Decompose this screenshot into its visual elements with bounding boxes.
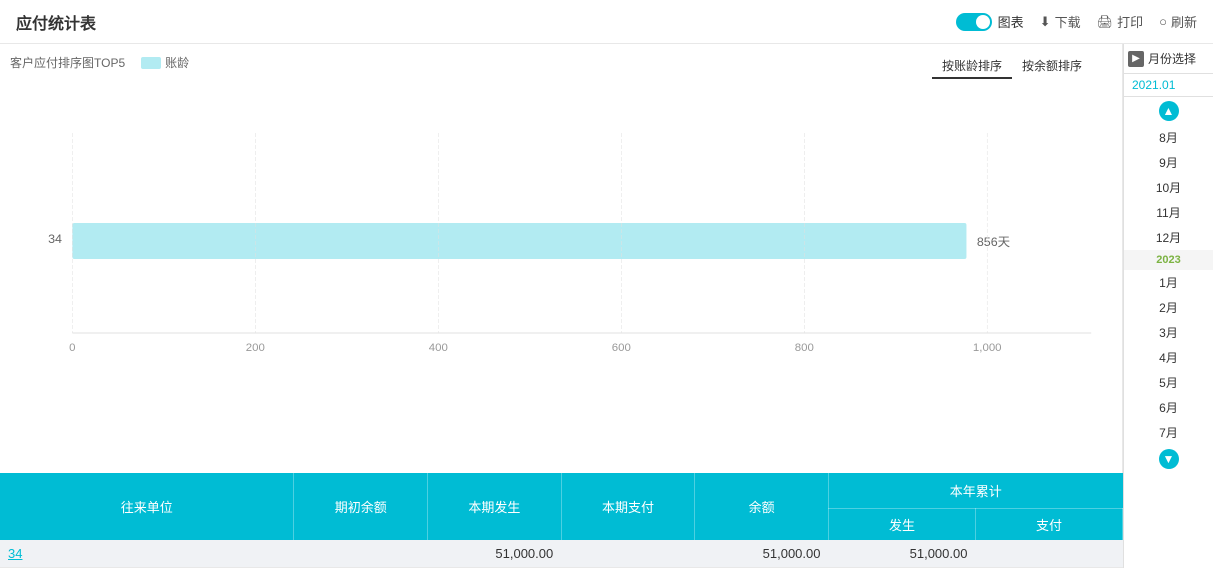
print-icon: 🖨 bbox=[1097, 14, 1114, 30]
right-sidebar: ▶ 月份选择 2021.01 ▲ 8月 9月 10月 11月 12月 2023 … bbox=[1123, 44, 1213, 473]
table-row: 34 51,000.00 51,000.00 51,000.00 bbox=[0, 540, 1123, 568]
svg-text:400: 400 bbox=[429, 342, 448, 354]
sidebar-collapse-arrow[interactable]: ▶ bbox=[1128, 51, 1144, 67]
refresh-button[interactable]: ○ 刷新 bbox=[1159, 12, 1197, 31]
month-item-4[interactable]: 4月 bbox=[1124, 345, 1213, 370]
nav-up-icon: ▲ bbox=[1159, 101, 1179, 121]
month-item-2[interactable]: 2月 bbox=[1124, 295, 1213, 320]
sort-by-age-tab[interactable]: 按账龄排序 bbox=[932, 54, 1012, 79]
month-item-1[interactable]: 1月 bbox=[1124, 270, 1213, 295]
cell-ytd-occur: 51,000.00 bbox=[828, 540, 975, 568]
month-item-8[interactable]: 8月 bbox=[1124, 125, 1213, 150]
download-label: 下载 bbox=[1055, 12, 1081, 31]
col-header-ytd-occur: 发生 bbox=[828, 509, 975, 541]
cell-period-pay bbox=[561, 540, 695, 568]
cell-balance: 51,000.00 bbox=[695, 540, 829, 568]
chart-container: 34 856天 0 200 400 600 800 1,000 bbox=[10, 83, 1112, 383]
col-header-balance: 余额 bbox=[695, 473, 829, 540]
chart-toggle-container: 图表 bbox=[956, 12, 1024, 31]
page-wrapper: 应付统计表 图表 ⬇ 下载 🖨 打印 ○ 刷新 bbox=[0, 0, 1213, 568]
legend-item: 账龄 bbox=[141, 54, 189, 71]
chart-sort-tabs: 按账龄排序 按余额排序 bbox=[932, 54, 1092, 79]
page-title: 应付统计表 bbox=[16, 10, 96, 34]
download-icon: ⬇ bbox=[1040, 14, 1051, 30]
refresh-label: 刷新 bbox=[1171, 12, 1197, 31]
header: 应付统计表 图表 ⬇ 下载 🖨 打印 ○ 刷新 bbox=[0, 0, 1213, 44]
month-item-6[interactable]: 6月 bbox=[1124, 395, 1213, 420]
col-header-ytd-pay: 支付 bbox=[975, 509, 1122, 541]
svg-text:200: 200 bbox=[246, 342, 265, 354]
month-item-11[interactable]: 11月 bbox=[1124, 200, 1213, 225]
legend-title: 客户应付排序图TOP5 bbox=[10, 54, 125, 71]
sidebar-title: 月份选择 bbox=[1148, 50, 1196, 67]
year-marker-2023: 2023 bbox=[1124, 250, 1213, 270]
chart-toggle[interactable] bbox=[956, 13, 992, 31]
cell-period-occur: 51,000.00 bbox=[428, 540, 562, 568]
chart-svg: 34 856天 0 200 400 600 800 1,000 bbox=[10, 83, 1112, 383]
legend-item-label: 账龄 bbox=[165, 54, 189, 71]
col-header-ytd: 本年累计 bbox=[828, 473, 1122, 509]
month-item-7[interactable]: 7月 bbox=[1124, 420, 1213, 445]
month-item-9[interactable]: 9月 bbox=[1124, 150, 1213, 175]
col-header-period-occur: 本期发生 bbox=[428, 473, 562, 540]
svg-text:600: 600 bbox=[612, 342, 631, 354]
month-list: 8月 9月 10月 11月 12月 2023 1月 2月 3月 4月 5月 6月… bbox=[1124, 125, 1213, 445]
col-header-period-balance: 期初余额 bbox=[294, 473, 428, 540]
table-header-row: 往来单位 期初余额 本期发生 本期支付 余额 本年累计 bbox=[0, 473, 1123, 509]
sidebar-selected-month: 2021.01 bbox=[1124, 74, 1213, 97]
header-actions: 图表 ⬇ 下载 🖨 打印 ○ 刷新 bbox=[956, 12, 1197, 31]
cell-period-balance bbox=[294, 540, 428, 568]
data-table: 往来单位 期初余额 本期发生 本期支付 余额 本年累计 发生 支付 34 bbox=[0, 473, 1123, 568]
svg-text:1,000: 1,000 bbox=[973, 342, 1002, 354]
svg-text:34: 34 bbox=[48, 232, 62, 246]
main-content: 客户应付排序图TOP5 账龄 按账龄排序 按余额排序 34 bbox=[0, 44, 1213, 473]
bottom-section: 往来单位 期初余额 本期发生 本期支付 余额 本年累计 发生 支付 34 bbox=[0, 473, 1213, 568]
download-button[interactable]: ⬇ 下载 bbox=[1040, 12, 1081, 31]
cell-ytd-pay bbox=[975, 540, 1122, 568]
chart-toggle-label: 图表 bbox=[998, 12, 1024, 31]
sidebar-nav-down[interactable]: ▼ bbox=[1124, 445, 1213, 473]
svg-text:800: 800 bbox=[795, 342, 814, 354]
svg-text:0: 0 bbox=[69, 342, 75, 354]
print-button[interactable]: 🖨 打印 bbox=[1097, 12, 1144, 31]
chart-legend: 客户应付排序图TOP5 账龄 bbox=[10, 54, 189, 71]
sort-by-balance-tab[interactable]: 按余额排序 bbox=[1012, 54, 1092, 79]
month-item-10[interactable]: 10月 bbox=[1124, 175, 1213, 200]
sidebar-nav-up[interactable]: ▲ bbox=[1124, 97, 1213, 125]
month-item-5[interactable]: 5月 bbox=[1124, 370, 1213, 395]
refresh-icon: ○ bbox=[1159, 14, 1167, 29]
chart-area: 客户应付排序图TOP5 账龄 按账龄排序 按余额排序 34 bbox=[0, 44, 1123, 473]
nav-down-icon: ▼ bbox=[1159, 449, 1179, 469]
cell-unit[interactable]: 34 bbox=[0, 540, 294, 568]
sidebar-header: ▶ 月份选择 bbox=[1124, 44, 1213, 74]
month-item-3[interactable]: 3月 bbox=[1124, 320, 1213, 345]
col-header-period-pay: 本期支付 bbox=[561, 473, 695, 540]
legend-box bbox=[141, 57, 161, 69]
print-label: 打印 bbox=[1117, 12, 1143, 31]
svg-text:856天: 856天 bbox=[977, 235, 1010, 249]
table-container: 往来单位 期初余额 本期发生 本期支付 余额 本年累计 发生 支付 34 bbox=[0, 473, 1123, 568]
sidebar-placeholder bbox=[1123, 473, 1213, 568]
month-item-12[interactable]: 12月 bbox=[1124, 225, 1213, 250]
col-header-unit: 往来单位 bbox=[0, 473, 294, 540]
